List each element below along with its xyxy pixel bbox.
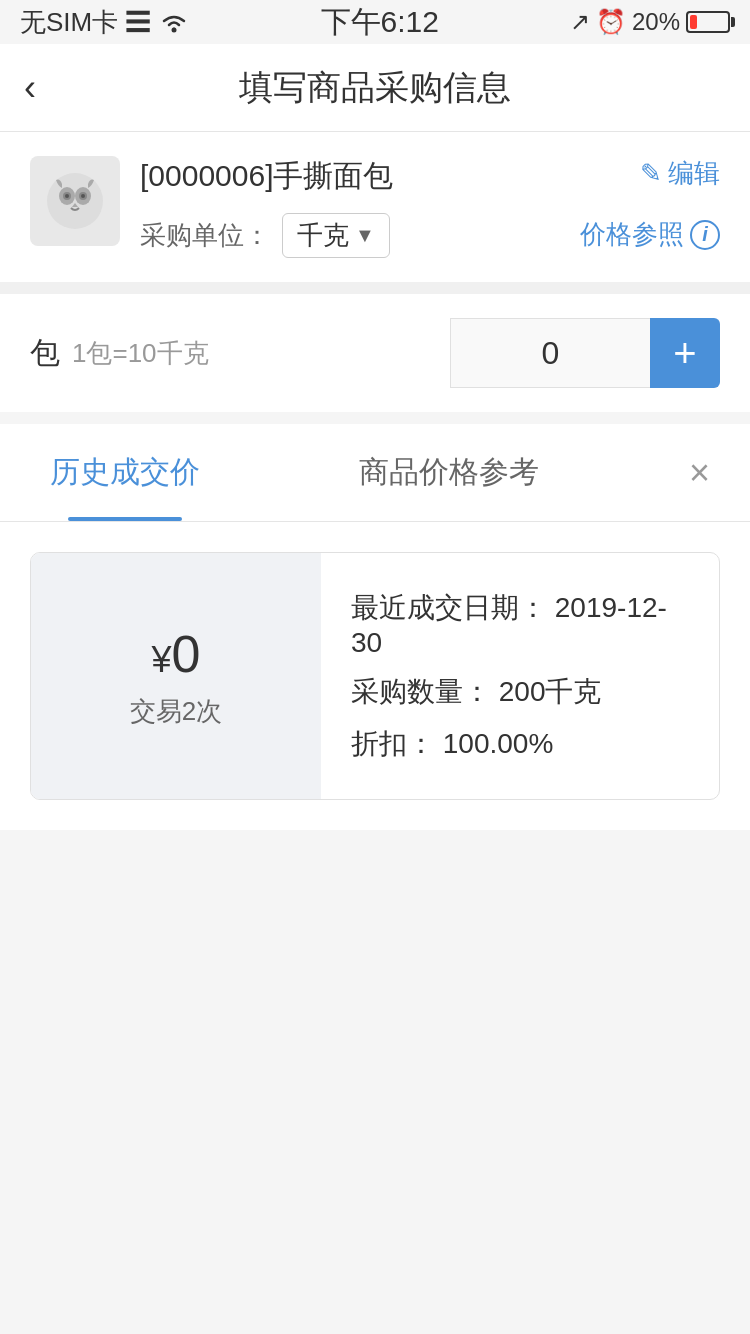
tab-price-ref[interactable]: 商品价格参考	[339, 424, 559, 521]
unit-dropdown[interactable]: 千克 ▼	[282, 213, 390, 258]
tabs-header: 历史成交价 商品价格参考 ×	[0, 424, 750, 522]
product-thumbnail	[30, 156, 120, 246]
unit-label: 包 1包=10千克	[30, 333, 209, 374]
history-price-card: ¥0 交易2次 最近成交日期： 2019-12-30 采购数量： 200千克 折…	[30, 552, 720, 800]
dropdown-arrow-icon: ▼	[355, 224, 375, 247]
purchase-unit-label: 采购单位：	[140, 218, 270, 253]
price-value: ¥0	[152, 624, 201, 684]
product-card: [0000006]手撕面包 采购单位： 千克 ▼ ✎ 编辑 价格参照 i	[0, 132, 750, 282]
status-time: 下午6:12	[321, 2, 439, 43]
edit-button[interactable]: ✎ 编辑	[640, 156, 720, 191]
info-icon: i	[690, 220, 720, 250]
quantity-section: 包 1包=10千克 0 +	[0, 282, 750, 412]
price-ref-button[interactable]: 价格参照 i	[580, 217, 720, 252]
discount-value: 100.00%	[443, 728, 554, 759]
unit-value: 千克	[297, 218, 349, 253]
history-price-right: 最近成交日期： 2019-12-30 采购数量： 200千克 折扣： 100.0…	[321, 553, 719, 799]
status-bar: 无SIM卡 ☰ 下午6:12 ↗ ⏰ 20%	[0, 0, 750, 44]
recent-date-row: 最近成交日期： 2019-12-30	[351, 589, 689, 659]
price-number: 0	[172, 625, 201, 683]
trade-count: 交易2次	[130, 694, 222, 729]
wifi-icon	[159, 11, 189, 33]
status-right: ↗ ⏰ 20%	[570, 8, 730, 36]
purchase-unit-row: 采购单位： 千克 ▼	[140, 213, 393, 258]
purchase-qty-row: 采购数量： 200千克	[351, 673, 689, 711]
product-owl-icon	[40, 166, 110, 236]
discount-row: 折扣： 100.00%	[351, 725, 689, 763]
battery-icon	[686, 11, 730, 33]
location-icon: ↗	[570, 8, 590, 36]
quantity-plus-button[interactable]: +	[650, 318, 720, 388]
svg-point-1	[47, 173, 103, 229]
quantity-input-group: 0 +	[450, 318, 720, 388]
product-name: [0000006]手撕面包	[140, 156, 393, 197]
purchase-qty-label: 采购数量：	[351, 676, 491, 707]
discount-label: 折扣：	[351, 728, 435, 759]
unit-conversion-label: 1包=10千克	[72, 336, 209, 371]
back-button[interactable]: ‹	[24, 67, 36, 109]
price-ref-label: 价格参照	[580, 217, 684, 252]
price-currency: ¥	[152, 639, 172, 680]
tab-close-button[interactable]: ×	[679, 442, 720, 504]
svg-point-6	[65, 194, 69, 198]
carrier-text: 无SIM卡 ☰	[20, 5, 151, 40]
nav-bar: ‹ 填写商品采购信息	[0, 44, 750, 132]
tab-history-price[interactable]: 历史成交价	[30, 424, 220, 521]
unit-icon-label: 包	[30, 333, 60, 374]
svg-point-0	[172, 28, 177, 33]
tabs-section: 历史成交价 商品价格参考 × ¥0 交易2次 最近成交日期： 2019-12-3…	[0, 424, 750, 830]
quantity-input[interactable]: 0	[450, 318, 650, 388]
battery-text: 20%	[632, 8, 680, 36]
edit-icon: ✎	[640, 158, 662, 189]
history-price-left: ¥0 交易2次	[31, 553, 321, 799]
svg-point-7	[81, 194, 85, 198]
alarm-icon: ⏰	[596, 8, 626, 36]
status-left: 无SIM卡 ☰	[20, 5, 189, 40]
purchase-qty-value: 200千克	[499, 676, 602, 707]
page-title: 填写商品采购信息	[239, 65, 511, 111]
tab-content: ¥0 交易2次 最近成交日期： 2019-12-30 采购数量： 200千克 折…	[0, 522, 750, 830]
recent-date-label: 最近成交日期：	[351, 592, 547, 623]
